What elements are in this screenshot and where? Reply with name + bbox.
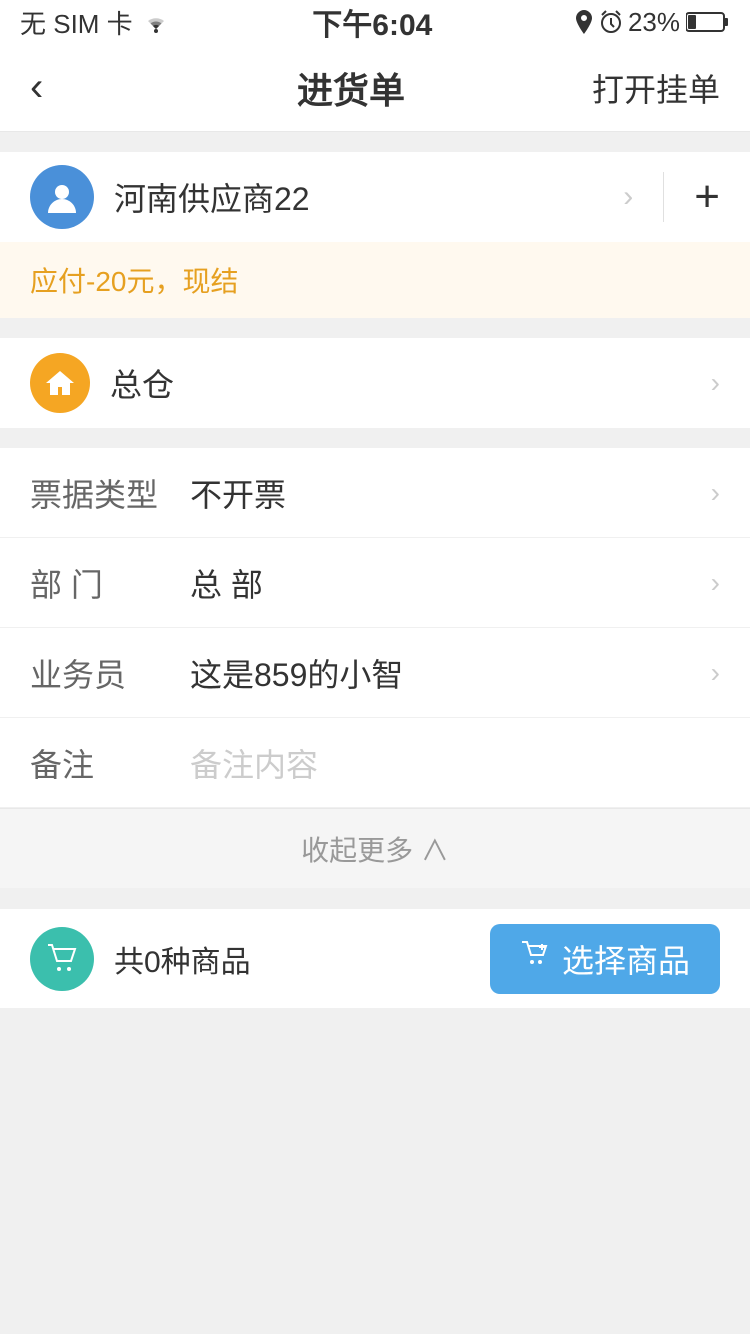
salesman-row[interactable]: 业务员 这是859的小智 › [0,628,750,718]
supplier-arrow-icon: › [623,180,633,214]
wifi-icon [141,11,171,33]
department-value: 总 部 [190,560,711,606]
status-bar-right: 23% [574,7,730,38]
department-label: 部 门 [30,560,190,606]
select-product-button[interactable]: 选择商品 [490,924,720,994]
warehouse-row[interactable]: 总仓 › [0,338,750,428]
select-btn-label: 选择商品 [562,936,690,982]
warehouse-arrow-icon: › [711,367,720,399]
battery-icon [686,11,730,33]
remarks-placeholder: 备注内容 [190,740,720,786]
add-supplier-button[interactable]: + [694,172,720,222]
supplier-section: 河南供应商22 › + 应付-20元，现结 [0,152,750,318]
main-content: 河南供应商22 › + 应付-20元，现结 总仓 › 票据类型 不开票 › [0,132,750,1334]
warehouse-name: 总仓 [110,360,711,406]
section-gap-4 [0,888,750,908]
warehouse-section: 总仓 › [0,338,750,428]
supplier-divider [663,172,664,222]
battery-label: 23% [628,7,680,38]
section-gap-1 [0,132,750,152]
back-button[interactable]: ‹ [30,65,110,110]
status-bar: 无 SIM 卡 下午6:04 23% [0,0,750,44]
supplier-row[interactable]: 河南供应商22 › + [0,152,750,242]
ticket-type-value: 不开票 [190,470,711,516]
salesman-label: 业务员 [30,650,190,696]
product-count: 共0种商品 [114,937,490,981]
remarks-label: 备注 [30,740,190,786]
alarm-icon [600,10,622,34]
product-icon [30,927,94,991]
person-icon [44,179,80,215]
remarks-row[interactable]: 备注 备注内容 [0,718,750,808]
carrier-label: 无 SIM 卡 [20,4,133,41]
bottom-bar: 共0种商品 选择商品 [0,908,750,1008]
department-row[interactable]: 部 门 总 部 › [0,538,750,628]
status-bar-left: 无 SIM 卡 [20,4,171,41]
form-section: 票据类型 不开票 › 部 门 总 部 › 业务员 这是859的小智 › 备注 备… [0,448,750,888]
nav-bar: ‹ 进货单 打开挂单 [0,44,750,132]
supplier-name: 河南供应商22 [114,174,623,220]
status-bar-time: 下午6:04 [312,0,432,44]
salesman-arrow-icon: › [711,657,720,689]
location-icon [574,10,594,34]
add-cart-icon [520,940,550,970]
home-icon [44,367,76,399]
select-btn-icon [520,940,550,978]
open-pending-button[interactable]: 打开挂单 [592,65,720,111]
notice-bar: 应付-20元，现结 [0,242,750,318]
ticket-type-label: 票据类型 [30,470,190,516]
cart-icon [44,941,80,977]
department-arrow-icon: › [711,567,720,599]
warehouse-icon [30,353,90,413]
collapse-button[interactable]: 收起更多 ∧ [0,808,750,888]
page-title: 进货单 [297,62,405,114]
ticket-type-row[interactable]: 票据类型 不开票 › [0,448,750,538]
section-gap-3 [0,428,750,448]
supplier-avatar [30,165,94,229]
salesman-value: 这是859的小智 [190,650,711,696]
section-gap-2 [0,318,750,338]
ticket-type-arrow-icon: › [711,477,720,509]
